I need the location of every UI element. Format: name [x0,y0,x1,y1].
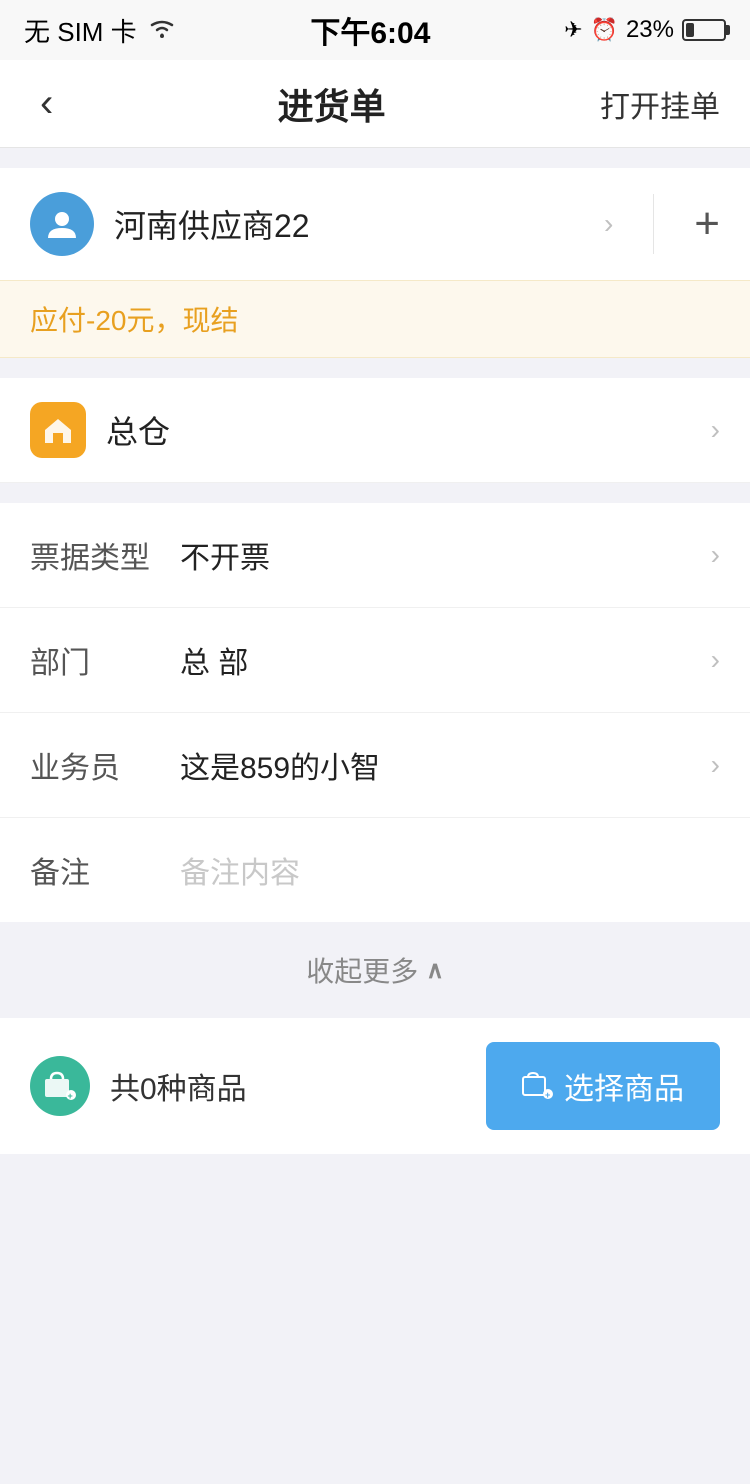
wifi-icon [147,15,177,46]
remark-input[interactable]: 备注内容 [180,848,720,892]
department-value: 总 部 [180,638,711,682]
department-row[interactable]: 部门 总 部 › [0,608,750,713]
warehouse-icon [30,402,86,458]
svg-text:+: + [68,1091,73,1101]
collapse-icon: ∧ [426,956,444,985]
notice-text: 应付-20元，现结 [30,305,238,336]
supplier-section: 河南供应商22 › + 应付-20元，现结 [0,168,750,358]
supplier-actions: › + [604,194,720,254]
vertical-divider [653,194,654,254]
alarm-icon: ⏰ [591,17,618,43]
collapse-row[interactable]: 收起更多 ∧ [0,922,750,1018]
salesperson-row[interactable]: 业务员 这是859的小智 › [0,713,750,818]
supplier-name: 河南供应商22 [114,201,604,247]
invoice-type-chevron-icon: › [711,539,720,571]
supplier-row[interactable]: 河南供应商22 › + [0,168,750,280]
warehouse-name: 总仓 [106,407,711,453]
background-fill [0,1154,750,1484]
page-title: 进货单 [278,78,386,130]
supplier-chevron-icon: › [604,208,613,240]
supplier-avatar [30,192,94,256]
svg-text:+: + [545,1090,550,1100]
status-bar: 无 SIM 卡 下午6:04 ✈ ⏰ 23% [0,0,750,60]
status-left: 无 SIM 卡 [24,12,177,49]
warehouse-row[interactable]: 总仓 › [0,378,750,483]
location-icon: ✈ [564,17,582,43]
divider-2 [0,483,750,503]
divider-1 [0,358,750,378]
select-products-button[interactable]: + 选择商品 [486,1042,720,1130]
time-display: 下午6:04 [310,8,430,52]
salesperson-value: 这是859的小智 [180,743,711,787]
add-supplier-button[interactable]: + [694,202,720,246]
remark-row[interactable]: 备注 备注内容 [0,818,750,922]
warehouse-chevron-icon: › [711,414,720,446]
bottom-bar: + 共0种商品 + 选择商品 [0,1018,750,1154]
collapse-label: 收起更多 [306,950,418,990]
nav-bar: ‹ 进货单 打开挂单 [0,60,750,148]
form-section: 票据类型 不开票 › 部门 总 部 › 业务员 这是859的小智 › 备注 备注… [0,503,750,922]
invoice-type-row[interactable]: 票据类型 不开票 › [0,503,750,608]
select-products-label: 选择商品 [564,1064,684,1108]
battery-percent: 23% [626,16,674,44]
salesperson-chevron-icon: › [711,749,720,781]
warehouse-section: 总仓 › [0,378,750,483]
carrier-text: 无 SIM 卡 [24,12,137,49]
invoice-type-label: 票据类型 [30,533,180,577]
status-right: ✈ ⏰ 23% [564,16,726,44]
open-pending-button[interactable]: 打开挂单 [600,82,720,126]
battery-icon [682,19,726,41]
back-button[interactable]: ‹ [30,71,63,136]
top-divider [0,148,750,168]
salesperson-label: 业务员 [30,743,180,787]
department-chevron-icon: › [711,644,720,676]
products-icon: + [30,1056,90,1116]
invoice-type-value: 不开票 [180,533,711,577]
notice-bar: 应付-20元，现结 [0,280,750,358]
products-count: 共0种商品 [110,1064,466,1108]
remark-label: 备注 [30,848,180,892]
department-label: 部门 [30,638,180,682]
